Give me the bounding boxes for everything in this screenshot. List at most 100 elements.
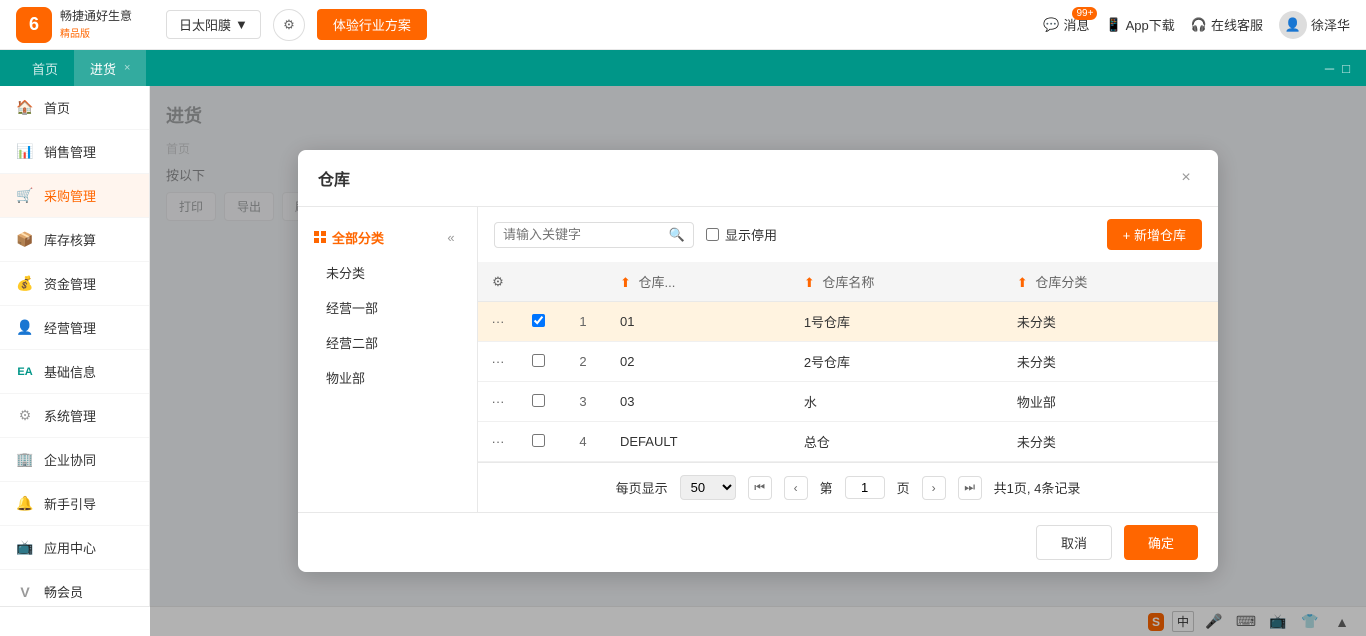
sidebar-item-home[interactable]: 🏠 首页 bbox=[0, 86, 149, 130]
maximize-icon[interactable]: □ bbox=[1342, 61, 1350, 76]
logo-badge: 精品版 bbox=[60, 25, 132, 40]
page-label: 第 bbox=[820, 478, 833, 497]
header-center: 日太阳膜 ▼ ⚙ 体验行业方案 bbox=[166, 9, 1043, 41]
show-disabled-label[interactable]: 显示停用 bbox=[706, 225, 777, 244]
sidebar-item-enterprise[interactable]: 🏢 企业协同 bbox=[0, 438, 149, 482]
sidebar-item-purchase[interactable]: 🛒 采购管理 bbox=[0, 174, 149, 218]
sidebar-item-apps-label: 应用中心 bbox=[44, 538, 96, 557]
row-checkbox-cell[interactable] bbox=[518, 382, 558, 422]
sidebar-item-inventory[interactable]: 📦 库存核算 bbox=[0, 218, 149, 262]
row-actions[interactable]: ··· bbox=[478, 422, 518, 462]
category-collapse-button[interactable]: « bbox=[441, 227, 461, 247]
sort-icon-code: ⬆ bbox=[620, 275, 631, 290]
row-actions[interactable]: ··· bbox=[478, 382, 518, 422]
sidebar-item-system[interactable]: ⚙ 系统管理 bbox=[0, 394, 149, 438]
messages-badge: 99+ bbox=[1072, 7, 1097, 20]
warehouse-modal: 仓库 × bbox=[298, 150, 1218, 572]
sidebar-item-basic[interactable]: EA 基础信息 bbox=[0, 350, 149, 394]
apps-icon: 📺 bbox=[16, 539, 34, 557]
industry-button[interactable]: 体验行业方案 bbox=[317, 9, 427, 40]
management-icon: 👤 bbox=[16, 319, 34, 337]
table-toolbar: 🔍 显示停用 + 新增仓库 bbox=[478, 207, 1218, 262]
show-disabled-text: 显示停用 bbox=[725, 225, 777, 244]
logo-icon: 6 bbox=[16, 7, 52, 43]
th-category[interactable]: ⬆ 仓库分类 bbox=[1005, 262, 1218, 302]
sidebar-item-finance-label: 资金管理 bbox=[44, 274, 96, 293]
add-warehouse-button[interactable]: + 新增仓库 bbox=[1107, 219, 1202, 250]
next-page-button[interactable]: › bbox=[922, 476, 946, 500]
row-actions[interactable]: ··· bbox=[478, 302, 518, 342]
user-item[interactable]: 👤 徐泽华 bbox=[1279, 11, 1350, 39]
modal-close-button[interactable]: × bbox=[1174, 166, 1198, 190]
table-row[interactable]: ··· 1 01 1号仓库 未分类 bbox=[478, 302, 1218, 342]
row-checkbox[interactable] bbox=[532, 434, 545, 447]
row-actions[interactable]: ··· bbox=[478, 342, 518, 382]
grid-icon bbox=[314, 231, 326, 243]
page-size-select[interactable]: 50 10 20 100 bbox=[680, 475, 736, 500]
modal-header: 仓库 × bbox=[298, 150, 1218, 207]
th-code[interactable]: ⬆ 仓库... bbox=[608, 262, 792, 302]
category-item-dept2[interactable]: 经营二部 bbox=[298, 325, 477, 360]
page-suffix: 页 bbox=[897, 478, 910, 497]
show-disabled-checkbox[interactable] bbox=[706, 228, 719, 241]
row-checkbox[interactable] bbox=[532, 394, 545, 407]
sidebar-item-apps[interactable]: 📺 应用中心 bbox=[0, 526, 149, 570]
table-panel: 🔍 显示停用 + 新增仓库 bbox=[478, 207, 1218, 512]
guide-icon: 🔔 bbox=[16, 495, 34, 513]
category-item-property[interactable]: 物业部 bbox=[298, 360, 477, 395]
page-size-label: 每页显示 bbox=[616, 478, 668, 497]
row-code: 02 bbox=[608, 342, 792, 382]
cancel-button[interactable]: 取消 bbox=[1036, 525, 1112, 560]
tab-home[interactable]: 首页 bbox=[16, 50, 74, 86]
table-row[interactable]: ··· 2 02 2号仓库 未分类 bbox=[478, 342, 1218, 382]
category-all[interactable]: 全部分类 bbox=[314, 228, 384, 247]
sidebar-item-purchase-label: 采购管理 bbox=[44, 186, 96, 205]
sidebar-item-sales[interactable]: 📊 销售管理 bbox=[0, 130, 149, 174]
row-checkbox-cell[interactable] bbox=[518, 342, 558, 382]
th-name[interactable]: ⬆ 仓库名称 bbox=[792, 262, 1005, 302]
store-name: 日太阳膜 bbox=[179, 15, 231, 34]
last-page-button[interactable]: ⏭ bbox=[958, 476, 982, 500]
first-page-button[interactable]: ⏮ bbox=[748, 476, 772, 500]
purchase-icon: 🛒 bbox=[16, 187, 34, 205]
row-checkbox[interactable] bbox=[532, 314, 545, 327]
confirm-button[interactable]: 确定 bbox=[1124, 525, 1198, 560]
row-checkbox[interactable] bbox=[532, 354, 545, 367]
table-row[interactable]: ··· 4 DEFAULT 总仓 未分类 bbox=[478, 422, 1218, 462]
th-category-label: 仓库分类 bbox=[1035, 275, 1087, 290]
top-header: 6 畅捷通好生意 精品版 日太阳膜 ▼ ⚙ 体验行业方案 💬 消息 99+ 📱 … bbox=[0, 0, 1366, 50]
th-settings: ⚙ bbox=[478, 262, 518, 302]
row-category: 未分类 bbox=[1005, 302, 1218, 342]
search-input[interactable] bbox=[503, 227, 669, 242]
app-download-item[interactable]: 📱 App下载 bbox=[1105, 15, 1174, 34]
table-row[interactable]: ··· 3 03 水 物业部 bbox=[478, 382, 1218, 422]
sidebar-item-finance[interactable]: 💰 资金管理 bbox=[0, 262, 149, 306]
sidebar-item-system-label: 系统管理 bbox=[44, 406, 96, 425]
sidebar-item-guide[interactable]: 🔔 新手引导 bbox=[0, 482, 149, 526]
sidebar-item-inventory-label: 库存核算 bbox=[44, 230, 96, 249]
sidebar-item-management[interactable]: 👤 经营管理 bbox=[0, 306, 149, 350]
category-all-label: 全部分类 bbox=[332, 228, 384, 247]
category-item-unclassified[interactable]: 未分类 bbox=[298, 255, 477, 290]
settings-button[interactable]: ⚙ bbox=[273, 9, 305, 41]
service-item[interactable]: 🎧 在线客服 bbox=[1191, 15, 1263, 34]
tab-purchase[interactable]: 进货 × bbox=[74, 50, 146, 86]
sales-icon: 📊 bbox=[16, 143, 34, 161]
home-icon: 🏠 bbox=[16, 99, 34, 117]
page-num-input[interactable] bbox=[845, 476, 885, 499]
minimize-icon[interactable]: ─ bbox=[1325, 61, 1334, 76]
category-item-dept1[interactable]: 经营一部 bbox=[298, 290, 477, 325]
th-checkbox bbox=[518, 262, 558, 302]
sidebar: 🏠 首页 📊 销售管理 🛒 采购管理 📦 库存核算 💰 资金管理 👤 经营管理 … bbox=[0, 86, 150, 636]
search-icon: 🔍 bbox=[669, 227, 685, 243]
gear-icon: ⚙ bbox=[283, 17, 295, 33]
nav-tabs: 首页 进货 × ─ □ bbox=[0, 50, 1366, 86]
search-input-wrap[interactable]: 🔍 bbox=[494, 222, 694, 248]
messages-item[interactable]: 💬 消息 99+ bbox=[1043, 15, 1089, 34]
store-selector[interactable]: 日太阳膜 ▼ bbox=[166, 10, 261, 39]
finance-icon: 💰 bbox=[16, 275, 34, 293]
tab-purchase-close[interactable]: × bbox=[124, 62, 130, 74]
row-checkbox-cell[interactable] bbox=[518, 422, 558, 462]
row-checkbox-cell[interactable] bbox=[518, 302, 558, 342]
prev-page-button[interactable]: ‹ bbox=[784, 476, 808, 500]
